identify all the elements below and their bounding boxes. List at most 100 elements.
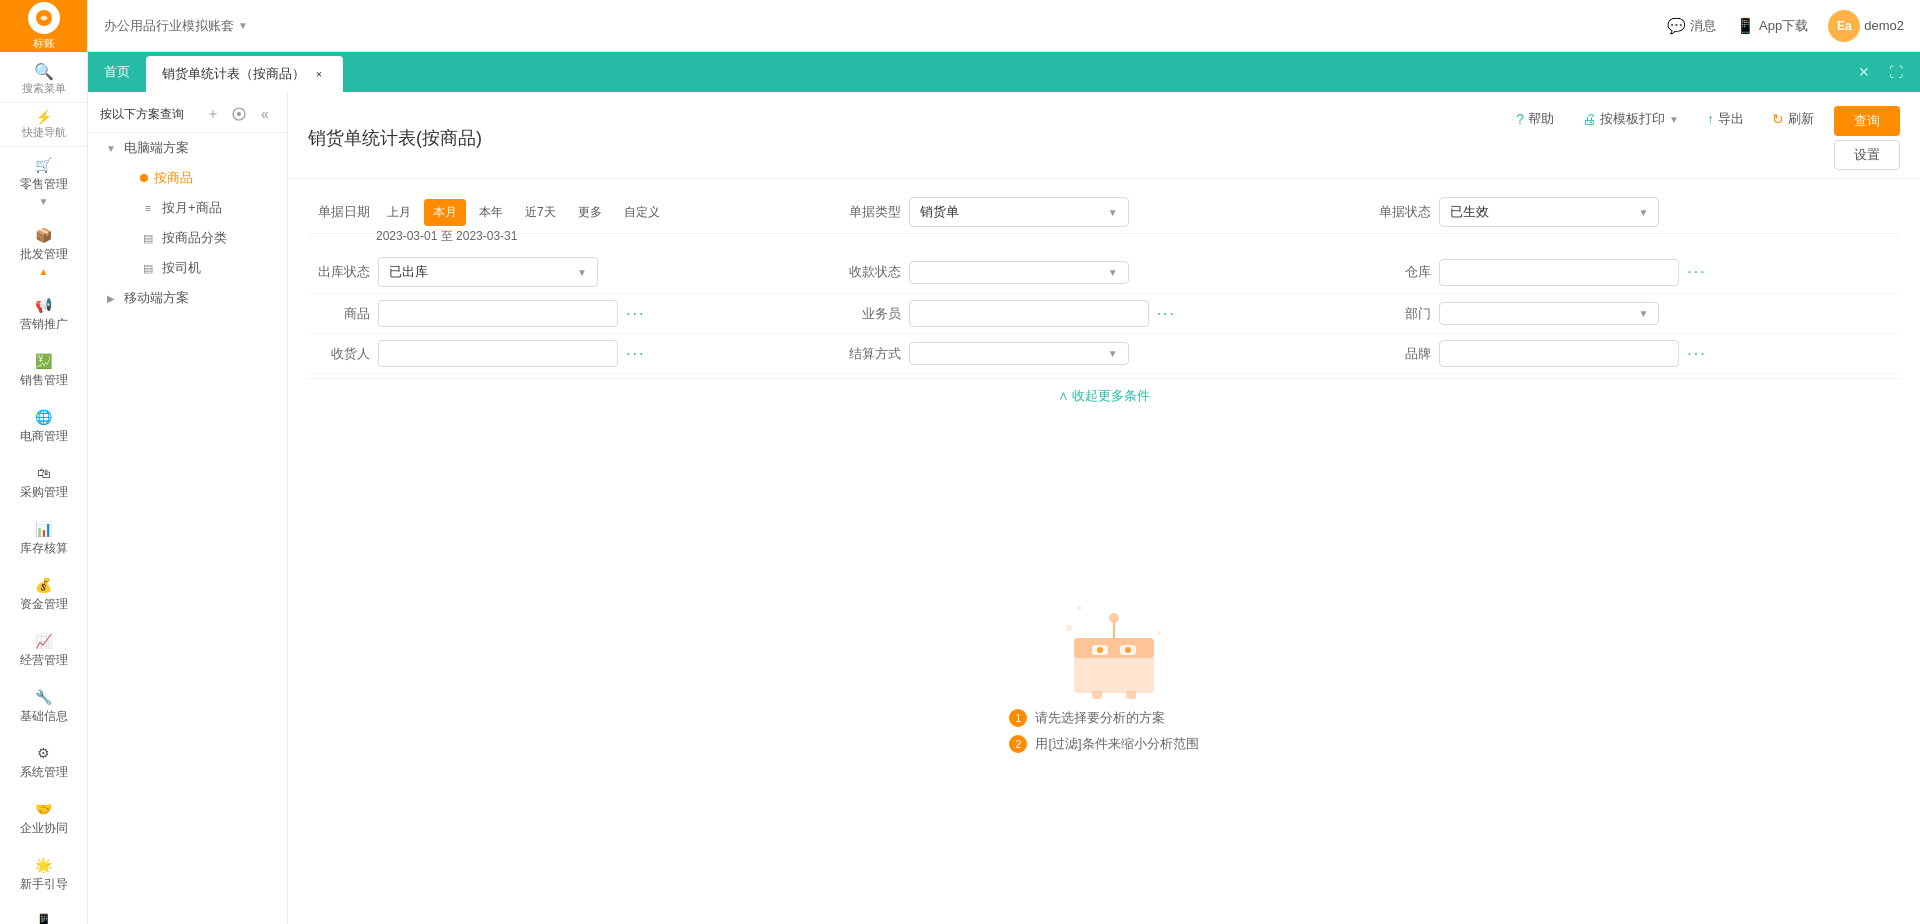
date-btn-custom[interactable]: 自定义 <box>615 199 669 226</box>
date-btn-this-year[interactable]: 本年 <box>470 199 512 226</box>
filter-row-3: 商品 ··· 业务员 ··· 部门 <box>308 294 1900 334</box>
goods-input[interactable] <box>378 300 618 327</box>
sidebar-item-operations[interactable]: 📈 经营管理 <box>0 623 87 679</box>
print-btn[interactable]: 🖨 按模板打印 ▼ <box>1574 106 1687 132</box>
edit-scheme-btn[interactable] <box>229 104 249 124</box>
page-header-right: ? 帮助 🖨 按模板打印 ▼ ↑ 导出 ↻ <box>1508 106 1900 170</box>
print-dropdown-arrow: ▼ <box>1669 114 1679 125</box>
goods-input-area: ··· <box>378 300 839 327</box>
filter-cell-payment: 结算方式 ▼ <box>839 334 1370 374</box>
avatar: Ea <box>1828 10 1860 42</box>
sidebar-quicknav[interactable]: ⚡ 快捷导航 <box>0 103 87 147</box>
collapse-panel-btn[interactable]: « <box>255 104 275 124</box>
out-status-value: 已出库 <box>389 263 428 281</box>
tab-close-all-btn[interactable]: ✕ <box>1852 60 1876 84</box>
query-button[interactable]: 查询 <box>1834 106 1900 136</box>
page-title: 销货单统计表(按商品) <box>308 126 482 150</box>
sidebar-item-finance[interactable]: 💰 资金管理 <box>0 567 87 623</box>
sidebar-item-purchase[interactable]: 🛍 采购管理 <box>0 455 87 511</box>
receipt-status-selector[interactable]: ▼ <box>909 261 1129 284</box>
hint-text-2: 用[过滤]条件来缩小分析范围 <box>1035 735 1198 753</box>
date-range-text: 2023-03-01 至 2023-03-31 <box>376 229 517 243</box>
tree-node-mobile-group[interactable]: ▶ 移动端方案 <box>88 283 287 313</box>
company-selector[interactable]: 办公用品行业模拟账套 ▼ <box>104 17 248 35</box>
app-logo: 标账 <box>0 0 88 52</box>
sidebar-item-appcenter[interactable]: 📱 应用中心 <box>0 903 87 924</box>
help-btn[interactable]: ? 帮助 <box>1508 106 1562 132</box>
tab-sales-stats[interactable]: 销货单统计表（按商品） × <box>146 56 343 92</box>
sidebar-item-basic[interactable]: 🔧 基础信息 <box>0 679 87 735</box>
department-label: 部门 <box>1369 305 1439 323</box>
svg-point-13 <box>1077 606 1081 610</box>
sidebar-item-enterprise[interactable]: 🤝 企业协同 <box>0 791 87 847</box>
content: 按以下方案查询 ＋ « ▼ 电脑端方案 <box>88 92 1920 924</box>
tree-node-by-driver[interactable]: ▤ 按司机 <box>112 253 287 283</box>
app-download-btn[interactable]: 📱 App下载 <box>1736 17 1808 35</box>
page-action-btns: ? 帮助 🖨 按模板打印 ▼ ↑ 导出 ↻ <box>1508 106 1822 132</box>
settings-button[interactable]: 设置 <box>1834 140 1900 170</box>
left-panel-header: 按以下方案查询 ＋ « <box>88 92 287 133</box>
tree-node-by-category[interactable]: ▤ 按商品分类 <box>112 223 287 253</box>
active-tab-label: 销货单统计表（按商品） <box>162 65 305 83</box>
messages-btn[interactable]: 💬 消息 <box>1667 17 1716 35</box>
filter-cell-goods: 商品 ··· <box>308 294 839 334</box>
svg-point-12 <box>1157 631 1161 635</box>
doc-type-label: 单据类型 <box>839 203 909 221</box>
warehouse-more-btn[interactable]: ··· <box>1683 263 1710 281</box>
sidebar-item-wholesale[interactable]: 📦 批发管理 ▲ <box>0 217 87 287</box>
doc-status-selector[interactable]: 已生效 ▼ <box>1439 197 1659 227</box>
tree-node-by-product[interactable]: 按商品 <box>112 163 287 193</box>
sidebar-item-ecommerce[interactable]: 🌐 电商管理 <box>0 399 87 455</box>
refresh-btn[interactable]: ↻ 刷新 <box>1764 106 1822 132</box>
warehouse-input[interactable] <box>1439 259 1679 286</box>
doc-status-label: 单据状态 <box>1369 203 1439 221</box>
left-panel: 按以下方案查询 ＋ « ▼ 电脑端方案 <box>88 92 288 924</box>
empty-hints: 1 请先选择要分析的方案 2 用[过滤]条件来缩小分析范围 <box>1009 709 1198 753</box>
receipt-status-label: 收款状态 <box>839 263 909 281</box>
sidebar-item-sales[interactable]: 💹 销售管理 <box>0 343 87 399</box>
date-btn-more[interactable]: 更多 <box>569 199 611 226</box>
department-selector[interactable]: ▼ <box>1439 302 1659 325</box>
sidebar-item-inventory[interactable]: 📊 库存核算 <box>0 511 87 567</box>
svg-point-2 <box>237 112 241 116</box>
add-scheme-btn[interactable]: ＋ <box>203 104 223 124</box>
sidebar-search[interactable]: 🔍 搜索菜单 <box>0 52 87 103</box>
tree-node-desktop-label: 电脑端方案 <box>124 139 189 157</box>
sidebar-item-retail[interactable]: 🛒 零售管理 ▼ <box>0 147 87 217</box>
receiver-input[interactable] <box>378 340 618 367</box>
export-btn[interactable]: ↑ 导出 <box>1699 106 1752 132</box>
sidebar-item-system[interactable]: ⚙ 系统管理 <box>0 735 87 791</box>
sidebar-item-newbie[interactable]: 🌟 新手引导 <box>0 847 87 903</box>
filter-area: 单据日期 上月 本月 本年 近7天 更多 自定义 单据类型 <box>288 179 1920 421</box>
out-status-selector[interactable]: 已出库 ▼ <box>378 257 598 287</box>
goods-more-btn[interactable]: ··· <box>622 305 649 323</box>
tab-home[interactable]: 首页 <box>88 52 146 92</box>
date-btn-this-month[interactable]: 本月 <box>424 199 466 226</box>
collapse-more-btn[interactable]: ∧ 收起更多条件 <box>308 378 1900 409</box>
filter-cell-doc-type: 单据类型 销货单 ▼ <box>839 191 1370 234</box>
payment-selector[interactable]: ▼ <box>909 342 1129 365</box>
date-btn-recent7[interactable]: 近7天 <box>516 199 565 226</box>
topbar-right: 💬 消息 📱 App下载 Ea demo2 <box>1667 10 1904 42</box>
tree-node-desktop-group[interactable]: ▼ 电脑端方案 <box>88 133 287 163</box>
salesperson-more-btn[interactable]: ··· <box>1153 305 1180 323</box>
tab-close-btn[interactable]: × <box>311 66 327 82</box>
query-settings-group: 查询 设置 <box>1834 106 1900 170</box>
date-btn-prev-month[interactable]: 上月 <box>378 199 420 226</box>
receiver-more-btn[interactable]: ··· <box>622 345 649 363</box>
empty-state: 1 请先选择要分析的方案 2 用[过滤]条件来缩小分析范围 <box>288 421 1920 924</box>
salesperson-input[interactable] <box>909 300 1149 327</box>
tree-node-by-month-product[interactable]: ≡ 按月+商品 <box>112 193 287 223</box>
tree-node-category-label: 按商品分类 <box>162 229 227 247</box>
right-content: 销货单统计表(按商品) ? 帮助 🖨 按模板打印 ▼ ↑ <box>288 92 1920 924</box>
filter-cell-salesperson: 业务员 ··· <box>839 294 1370 334</box>
brand-input[interactable] <box>1439 340 1679 367</box>
logo-icon <box>28 2 60 34</box>
user-profile[interactable]: Ea demo2 <box>1828 10 1904 42</box>
sidebar-item-marketing[interactable]: 📢 营销推广 <box>0 287 87 343</box>
brand-more-btn[interactable]: ··· <box>1683 345 1710 363</box>
tree-node-driver-label: 按司机 <box>162 259 201 277</box>
svg-rect-14 <box>1092 691 1102 699</box>
doc-type-selector[interactable]: 销货单 ▼ <box>909 197 1129 227</box>
tab-expand-btn[interactable]: ⛶ <box>1884 60 1908 84</box>
